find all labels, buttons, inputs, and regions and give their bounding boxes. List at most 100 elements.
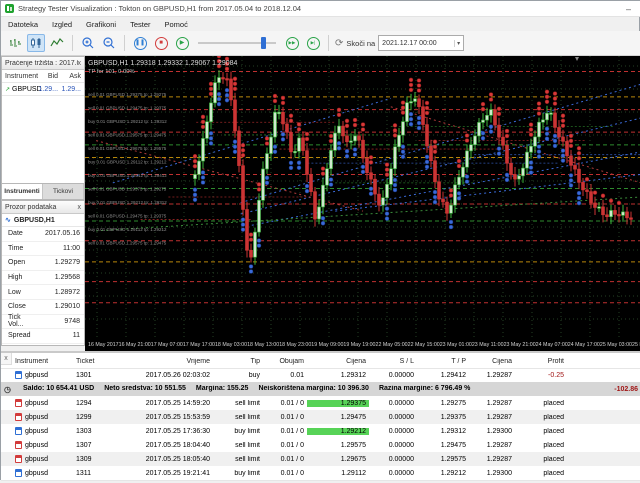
candlestick-chart-button[interactable] [27,34,45,52]
toolbar-separator [328,35,329,51]
order-cell: 0.01 / 0 [263,456,307,463]
svg-text:sell 0.01 GBPUSD 1.29475 tp: 1: sell 0.01 GBPUSD 1.29475 tp: 1.29375 [88,214,167,219]
instrument-cell: gbpusd [1,399,73,407]
order-row-1294[interactable]: gbpusd12942017.05.25 14:59:20sell limit0… [1,396,640,410]
line-chart-icon [50,36,64,50]
instrument-label: gbpusd [25,470,48,477]
fast-forward-button[interactable]: ▶▶ [283,34,301,52]
market-watch-symbol-row[interactable]: ↗ GBPUSD 1.29... 1.29... [2,83,84,96]
balance-segment: Neiskorištena margina: 10 396.30 [258,385,369,394]
jump-date-combobox[interactable]: 2021.12.17 00:00 ▾ [378,35,464,51]
svg-text:TP for 101, 0.00%: TP for 101, 0.00% [88,69,135,75]
sell-order-icon [15,441,22,449]
field-value: 11:00 [36,245,84,252]
orders-col-header[interactable]: Cijena [469,358,515,365]
time-axis-label: 22 May 05:00 [376,342,408,348]
menu-item-grafikoni[interactable]: Grafikoni [86,20,116,29]
calendar-dropdown-icon[interactable]: ▾ [454,40,460,47]
order-cell: 0.01 / 0 [263,400,307,407]
order-cell: 1309 [73,456,117,463]
order-cell: 2017.05.25 15:53:59 [117,414,213,421]
time-axis: 16 May 201716 May 21:0017 May 07:0017 Ma… [85,338,640,351]
field-value: 2017.05.16 [36,230,84,237]
order-row-1311[interactable]: gbpusd13112017.05.25 19:21:41buy limit0.… [1,466,640,480]
orders-col-header[interactable]: Profit [515,358,567,365]
toolbar: ❚❚ ■ ▶ ▶▶ ▶| ⟳ Skoči na 2021.12.17 00:00… [1,31,640,56]
zoom-out-button[interactable] [100,34,118,52]
menu-item-pomoć[interactable]: Pomoć [165,20,188,29]
tab-tickovi[interactable]: Tickovi [43,184,84,199]
field-value: 11 [36,332,84,339]
orders-col-header[interactable]: S / L [369,358,417,365]
orders-col-header[interactable]: Ticket [73,358,117,365]
order-cell: 1.29475 [307,414,369,421]
stop-button[interactable]: ■ [152,34,170,52]
order-row-1301[interactable]: gbpusd13012017.05.26 02:03:02buy0.011.29… [1,368,640,382]
orders-col-header[interactable]: Cijena [307,358,369,365]
data-window-row: Time11:00 [2,242,84,257]
order-row-1299[interactable]: gbpusd12992017.05.25 15:53:59sell limit0… [1,410,640,424]
svg-text:sell 0.01 GBPUSD 1.29575 tp: 1: sell 0.01 GBPUSD 1.29575 tp: 1.29475 [88,133,167,138]
time-axis-label: 23 May 11:00 [472,342,504,348]
price-chart[interactable]: sell 0.01 GBPUSD 1.29375 tp: 1.29275sell… [85,56,640,351]
data-window-symbol: ∿ GBPUSD,H1 [2,214,84,227]
zoom-in-button[interactable] [79,34,97,52]
data-window-close-icon[interactable]: x [78,204,82,211]
market-watch-panel: Praćenje tržišta : 2017.05. x Instrument… [1,56,85,184]
balance-row: ◷Saldo: 10 654.41 USDNeto sredstva: 10 5… [1,382,640,396]
balance-segment: Saldo: 10 654.41 USD [23,385,94,394]
instrument-cell: gbpusd [1,469,73,477]
tab-instrumenti[interactable]: Instrumenti [2,184,43,199]
orders-col-header[interactable]: Obujam [263,358,307,365]
order-cell: 1294 [73,400,117,407]
order-cell: 1.29575 [417,456,469,463]
orders-col-header[interactable]: T / P [417,358,469,365]
speed-slider[interactable] [198,36,276,50]
skip-button[interactable]: ▶| [304,34,322,52]
order-cell: 1.29412 [417,372,469,379]
svg-text:buy 0.01 GBPUSD 1.29212 tp: 1.: buy 0.01 GBPUSD 1.29212 tp: 1.29312 [88,200,167,205]
orders-col-header[interactable]: Instrument [1,358,73,365]
toolbar-separator [124,35,125,51]
menu-item-tester[interactable]: Tester [130,20,150,29]
order-cell: placed [515,428,567,435]
order-cell: placed [515,456,567,463]
time-axis-label: 25 May 13:00 [632,342,640,348]
market-watch-close-icon[interactable]: x [78,60,82,67]
order-cell: buy limit [213,470,263,477]
order-cell: 2017.05.25 18:05:40 [117,456,213,463]
time-axis-label: 18 May 23:00 [279,342,311,348]
order-row-1307[interactable]: gbpusd13072017.05.25 18:04:40sell limit0… [1,438,640,452]
order-cell: placed [515,400,567,407]
col-instrument: Instrument [2,73,38,80]
slider-thumb[interactable] [261,37,266,49]
bar-chart-button[interactable] [6,34,24,52]
orders-col-header[interactable]: Tip [213,358,263,365]
instrument-cell: gbpusd [1,371,73,379]
field-value: 1.29279 [36,259,84,266]
order-cell: 2017.05.25 18:04:40 [117,442,213,449]
time-axis-label: 25 May 03:00 [600,342,632,348]
order-cell: buy limit [213,428,263,435]
time-axis-label: 18 May 13:00 [247,342,279,348]
data-window-row: Close1.29010 [2,300,84,315]
field-label: Low [2,289,36,296]
sell-order-icon [15,399,22,407]
menu-item-izgled[interactable]: Izgled [52,20,72,29]
play-button[interactable]: ▶ [173,34,191,52]
time-axis-label: 24 May 07:00 [536,342,568,348]
data-window-row: Low1.28972 [2,285,84,300]
order-cell: 2017.05.26 02:03:02 [117,372,213,379]
order-cell: 1.29300 [469,428,515,435]
order-row-1303[interactable]: gbpusd13032017.05.25 17:36:30buy limit0.… [1,424,640,438]
orders-col-header[interactable]: Vrijeme [117,358,213,365]
order-row-1309[interactable]: gbpusd13092017.05.25 18:05:40sell limit0… [1,452,640,466]
instrument-label: gbpusd [25,428,48,435]
line-chart-button[interactable] [48,34,66,52]
minimize-button[interactable]: – [620,4,637,14]
data-window-title: Prozor podataka [5,204,56,211]
menu-item-datoteka[interactable]: Datoteka [8,20,38,29]
jump-refresh-icon: ⟳ [335,38,343,49]
pause-button[interactable]: ❚❚ [131,34,149,52]
order-cell: 0.00000 [369,414,417,421]
